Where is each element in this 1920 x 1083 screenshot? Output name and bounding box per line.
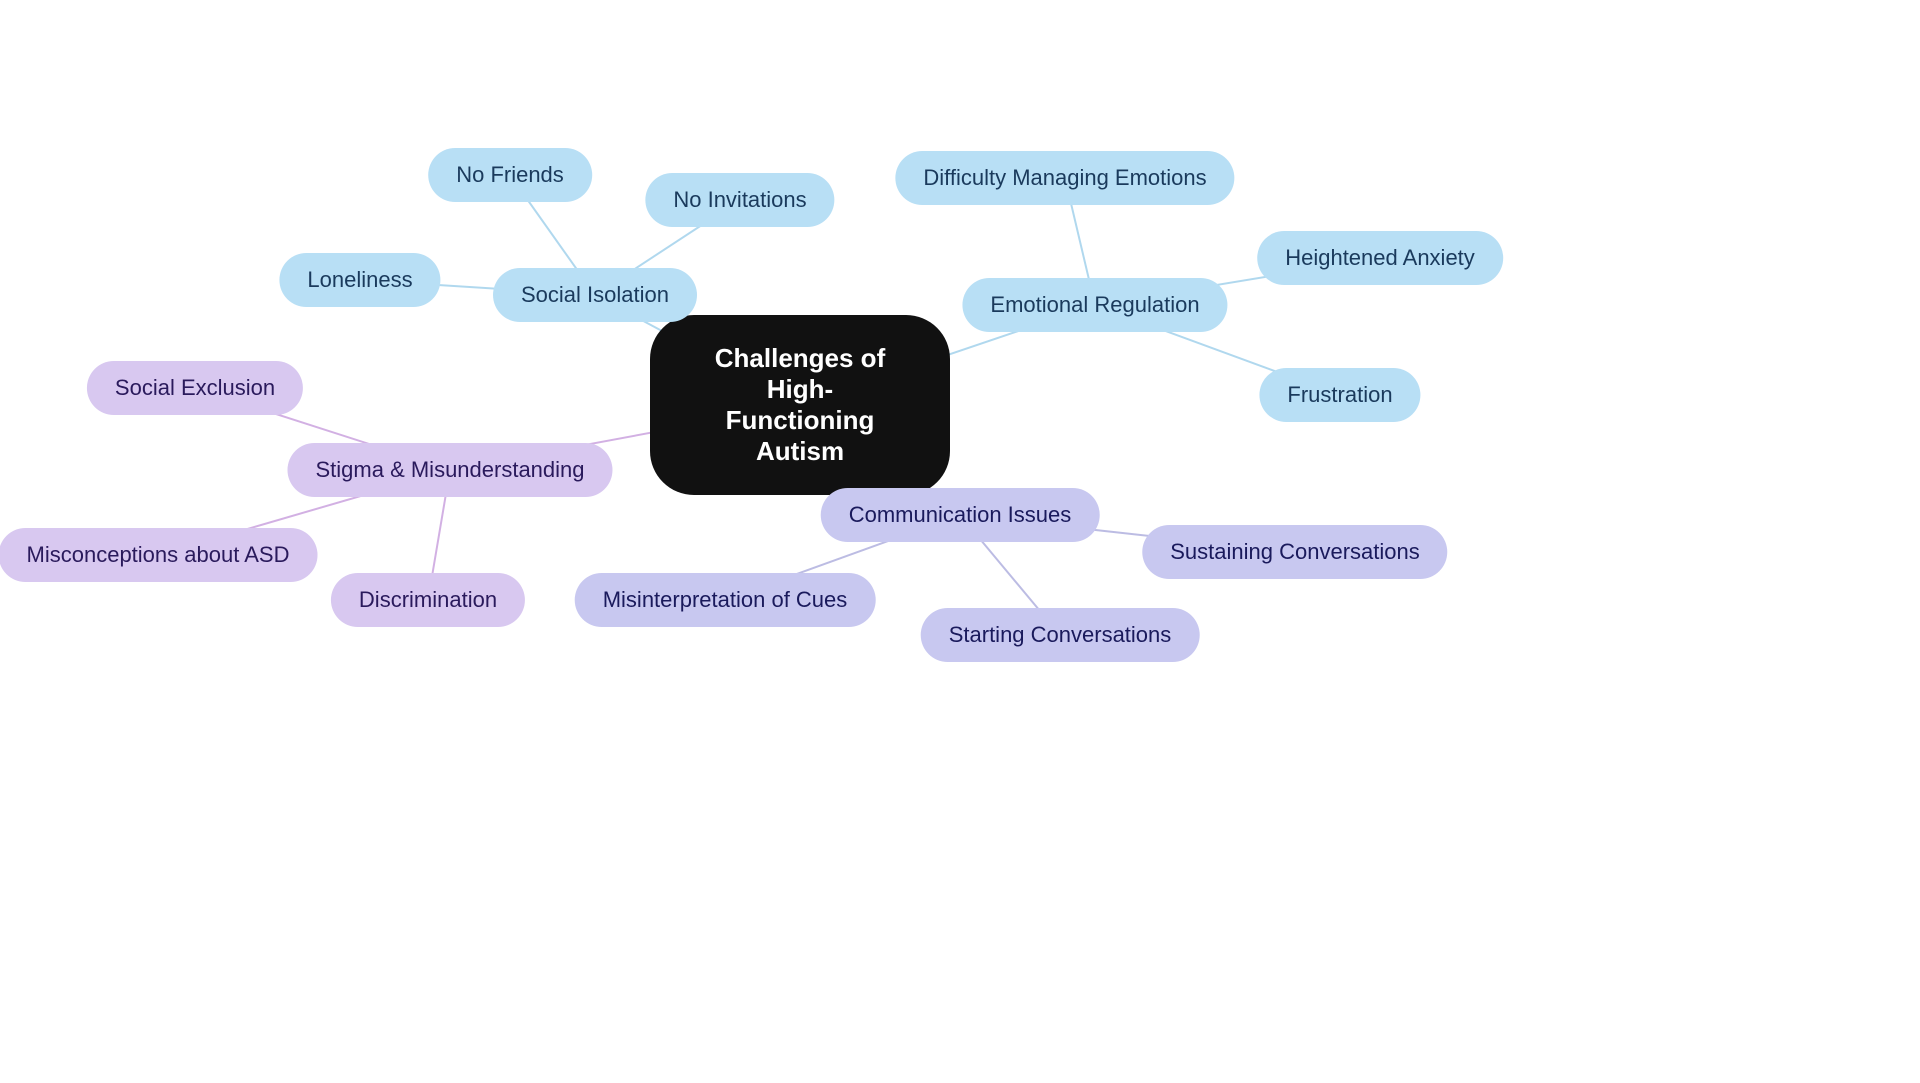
- node-misconceptions-asd: Misconceptions about ASD: [0, 528, 317, 582]
- node-frustration: Frustration: [1259, 368, 1420, 422]
- node-emotional-regulation: Emotional Regulation: [962, 278, 1227, 332]
- node-loneliness: Loneliness: [279, 253, 440, 307]
- node-communication-issues: Communication Issues: [821, 488, 1100, 542]
- node-difficulty-managing-emotions: Difficulty Managing Emotions: [895, 151, 1234, 205]
- center-node: Challenges of High-Functioning Autism: [650, 315, 950, 495]
- node-starting-conversations: Starting Conversations: [921, 608, 1200, 662]
- node-social-exclusion: Social Exclusion: [87, 361, 303, 415]
- node-no-friends: No Friends: [428, 148, 592, 202]
- mind-map: Challenges of High-Functioning AutismSoc…: [0, 0, 1920, 1083]
- node-sustaining-conversations: Sustaining Conversations: [1142, 525, 1447, 579]
- node-misinterpretation-cues: Misinterpretation of Cues: [575, 573, 876, 627]
- node-heightened-anxiety: Heightened Anxiety: [1257, 231, 1503, 285]
- node-no-invitations: No Invitations: [645, 173, 834, 227]
- node-stigma-misunderstanding: Stigma & Misunderstanding: [287, 443, 612, 497]
- node-social-isolation: Social Isolation: [493, 268, 697, 322]
- node-discrimination: Discrimination: [331, 573, 525, 627]
